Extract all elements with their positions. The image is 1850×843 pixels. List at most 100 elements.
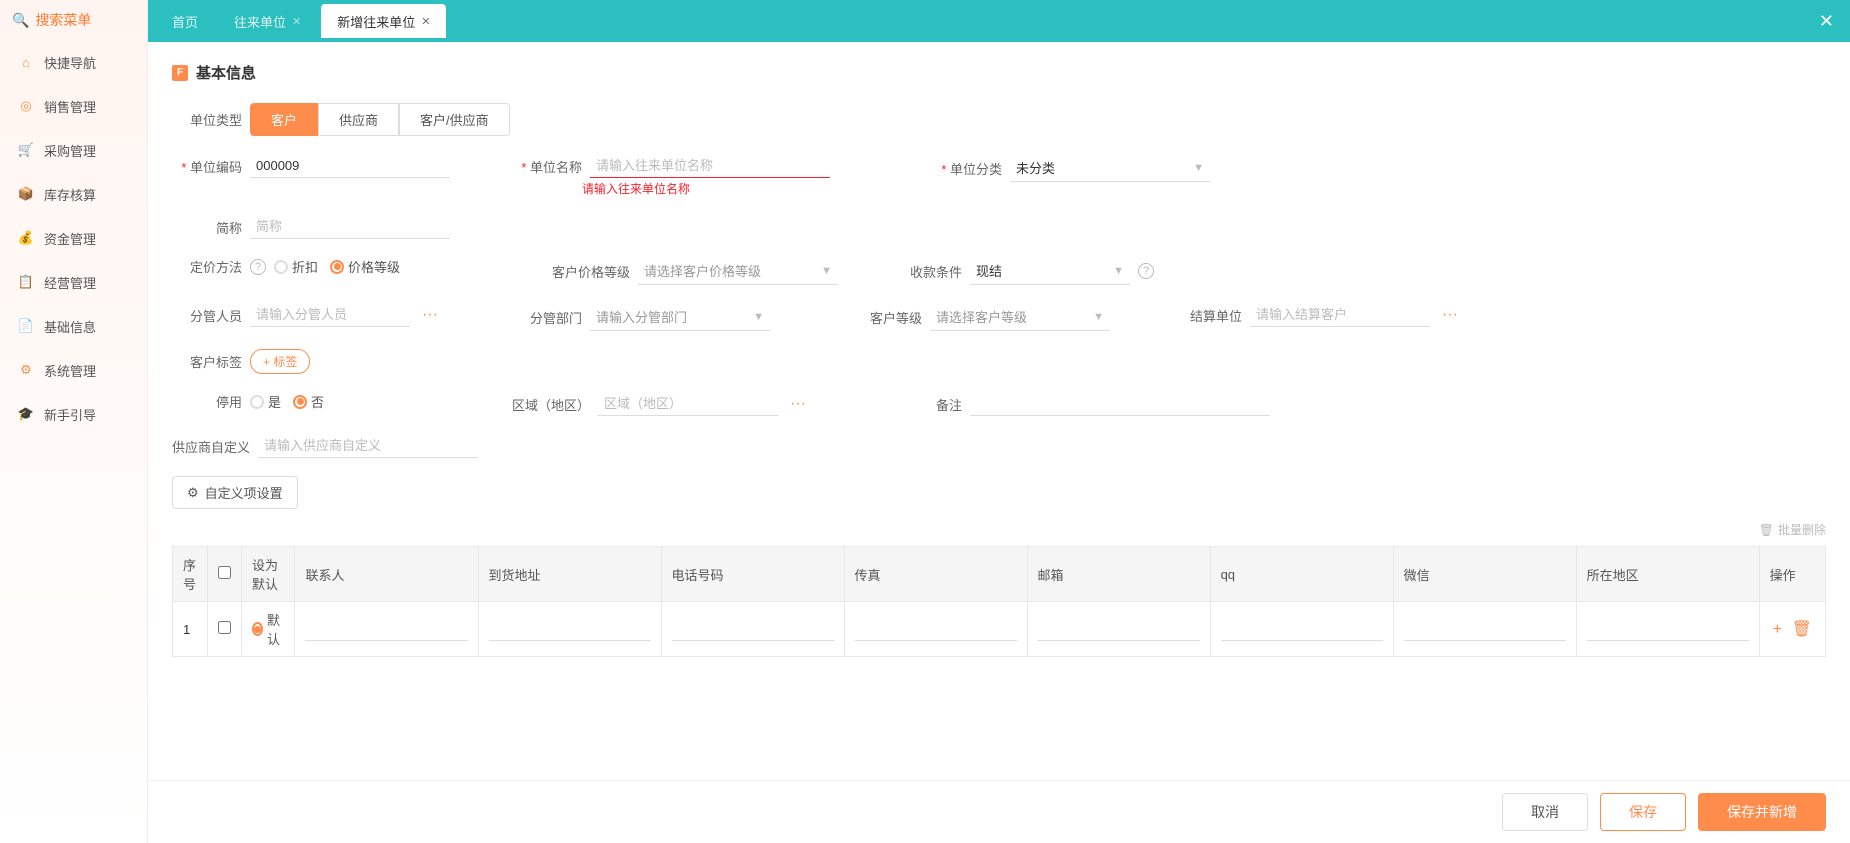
- operation-icon: 📋: [16, 272, 36, 292]
- supplier-custom-row: 供应商自定义: [172, 434, 1826, 458]
- short-name-input[interactable]: [250, 215, 450, 239]
- row-checkbox[interactable]: [218, 621, 231, 634]
- unit-btn-supplier[interactable]: 供应商: [318, 103, 399, 136]
- cell-contact[interactable]: [295, 602, 478, 657]
- sidebar-item-label: 销售管理: [44, 97, 96, 116]
- col-seq: 序号: [173, 547, 208, 602]
- sidebar-item-inventory[interactable]: 📦 库存核算: [0, 172, 147, 216]
- payment-terms-help-icon[interactable]: ?: [1138, 263, 1154, 279]
- region-more-btn[interactable]: ···: [786, 395, 810, 413]
- col-wechat: 微信: [1393, 547, 1576, 602]
- region-input[interactable]: [598, 392, 778, 416]
- sidebar-item-label: 基础信息: [44, 317, 96, 336]
- department-select[interactable]: 请输入分管部门 ▼: [590, 303, 770, 331]
- pricing-row: 定价方法 ? 折扣 价格等级 客户价格等级: [172, 257, 1826, 285]
- custom-settings-btn[interactable]: ⚙ 自定义项设置: [172, 476, 298, 509]
- settlement-unit-input[interactable]: [1250, 303, 1430, 327]
- qq-input[interactable]: [1221, 617, 1383, 641]
- sidebar-item-purchase[interactable]: 🛒 采购管理: [0, 128, 147, 172]
- radio-level-circle: [330, 260, 344, 274]
- sidebar-item-system[interactable]: ⚙ 系统管理: [0, 348, 147, 392]
- disabled-radio-no[interactable]: 否: [293, 392, 324, 411]
- short-name-row: 简称: [172, 215, 1826, 239]
- sidebar-item-sales[interactable]: ◎ 销售管理: [0, 84, 147, 128]
- disabled-radio-no-label: 否: [311, 392, 324, 411]
- unit-code-input[interactable]: [250, 154, 450, 178]
- unit-info-row: 单位编码 单位名称 请输入往来单位名称 单位分类 未分类 ▼: [172, 154, 1826, 197]
- tab-home[interactable]: 首页: [156, 4, 214, 38]
- unit-type-buttons: 客户 供应商 客户/供应商: [250, 103, 510, 136]
- tab-bar-close-btn[interactable]: ✕: [1811, 7, 1842, 36]
- supplier-custom-input[interactable]: [258, 434, 478, 458]
- disabled-radio-yes[interactable]: 是: [250, 392, 281, 411]
- unit-category-group: 单位分类 未分类 ▼: [932, 154, 1826, 182]
- unit-type-row: 单位类型 客户 供应商 客户/供应商: [172, 103, 1826, 136]
- cell-region[interactable]: [1576, 602, 1759, 657]
- cell-qq[interactable]: [1210, 602, 1393, 657]
- tab-partner[interactable]: 往来单位 ✕: [218, 4, 317, 38]
- delete-row-btn[interactable]: 🗑: [1789, 619, 1815, 639]
- section-icon: F: [172, 65, 188, 81]
- guide-icon: 🎓: [16, 404, 36, 424]
- region-table-input[interactable]: [1587, 617, 1749, 641]
- cell-fax[interactable]: [844, 602, 1027, 657]
- custom-section: ⚙ 自定义项设置: [172, 476, 1826, 509]
- address-input[interactable]: [489, 617, 651, 641]
- pricing-method-group: 定价方法 ? 折扣 价格等级: [172, 257, 552, 276]
- save-button[interactable]: 保存: [1600, 793, 1686, 831]
- sidebar-search[interactable]: 🔍 搜索菜单: [0, 0, 147, 40]
- sidebar-item-finance[interactable]: 💰 资金管理: [0, 216, 147, 260]
- manager-more-btn[interactable]: ···: [418, 306, 442, 324]
- manager-input[interactable]: [250, 303, 410, 327]
- supplier-custom-label: 供应商自定义: [172, 437, 250, 456]
- pricing-method-help-icon[interactable]: ?: [250, 259, 266, 275]
- email-input[interactable]: [1038, 617, 1200, 641]
- tab-partner-close[interactable]: ✕: [292, 15, 301, 28]
- sidebar-item-basic[interactable]: 📄 基础信息: [0, 304, 147, 348]
- col-email: 邮箱: [1027, 547, 1210, 602]
- default-radio[interactable]: 默认: [252, 610, 285, 648]
- cell-phone[interactable]: [661, 602, 844, 657]
- payment-terms-select[interactable]: 现结 ▼: [970, 257, 1130, 285]
- section-title: 基本信息: [196, 62, 256, 83]
- cell-wechat[interactable]: [1393, 602, 1576, 657]
- customer-price-level-select[interactable]: 请选择客户价格等级 ▼: [638, 257, 838, 285]
- wechat-input[interactable]: [1404, 617, 1566, 641]
- tab-new-partner[interactable]: 新增往来单位 ✕: [321, 4, 446, 38]
- cell-email[interactable]: [1027, 602, 1210, 657]
- settlement-unit-more-btn[interactable]: ···: [1438, 306, 1462, 324]
- custom-settings-label: 自定义项设置: [205, 483, 283, 502]
- unit-name-input[interactable]: [590, 154, 830, 178]
- customer-level-arrow: ▼: [1093, 311, 1104, 323]
- sidebar-item-operation[interactable]: 📋 经营管理: [0, 260, 147, 304]
- customer-level-select[interactable]: 请选择客户等级 ▼: [930, 303, 1110, 331]
- batch-delete-btn[interactable]: 🗑 批量删除: [1759, 521, 1826, 538]
- cell-address[interactable]: [478, 602, 661, 657]
- finance-icon: 💰: [16, 228, 36, 248]
- tab-new-partner-close[interactable]: ✕: [421, 15, 430, 28]
- unit-btn-both[interactable]: 客户/供应商: [399, 103, 510, 136]
- cancel-button[interactable]: 取消: [1502, 793, 1588, 831]
- tab-partner-label: 往来单位: [234, 12, 286, 31]
- fax-input[interactable]: [855, 617, 1017, 641]
- save-new-button[interactable]: 保存并新增: [1698, 793, 1826, 831]
- pricing-method-label: 定价方法: [172, 257, 242, 276]
- pricing-radio-discount[interactable]: 折扣: [274, 257, 318, 276]
- phone-input[interactable]: [672, 617, 834, 641]
- sidebar-item-quick-nav[interactable]: ⌂ 快捷导航: [0, 40, 147, 84]
- pricing-radio-level[interactable]: 价格等级: [330, 257, 400, 276]
- inventory-icon: 📦: [16, 184, 36, 204]
- system-icon: ⚙: [16, 360, 36, 380]
- add-row-btn[interactable]: +: [1770, 621, 1785, 639]
- remark-input[interactable]: [970, 392, 1270, 416]
- contact-input[interactable]: [305, 617, 467, 641]
- sidebar-search-label: 搜索菜单: [35, 10, 91, 30]
- unit-category-value: 未分类: [1016, 158, 1189, 177]
- unit-btn-customer[interactable]: 客户: [250, 103, 318, 136]
- sidebar: 🔍 搜索菜单 ⌂ 快捷导航 ◎ 销售管理 🛒 采购管理 📦 库存核算 💰 资金管…: [0, 0, 148, 843]
- unit-category-select[interactable]: 未分类 ▼: [1010, 154, 1210, 182]
- sidebar-item-guide[interactable]: 🎓 新手引导: [0, 392, 147, 436]
- add-tag-btn[interactable]: + 标签: [250, 349, 310, 374]
- col-checkbox: [207, 547, 241, 602]
- table-select-all[interactable]: [218, 566, 231, 579]
